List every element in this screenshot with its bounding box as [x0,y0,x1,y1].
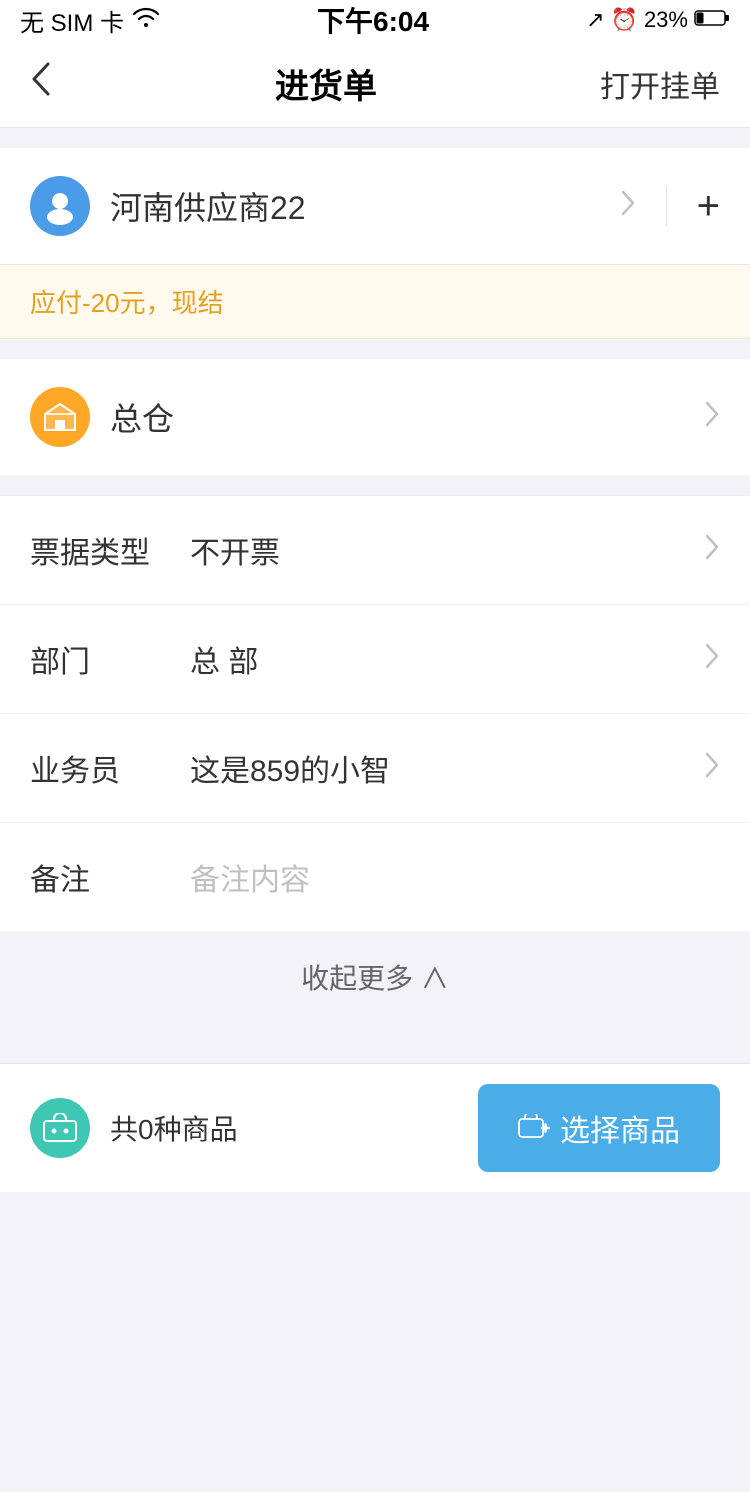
supplier-avatar [30,176,90,236]
select-btn-label: 选择商品 [560,1106,680,1150]
section-gap-3 [0,475,750,495]
product-icon-wrap [30,1098,90,1158]
wifi-icon [132,6,160,34]
open-pending-button[interactable]: 打开挂单 [600,62,720,106]
salesperson-chevron-icon [704,751,720,786]
remark-label: 备注 [30,855,170,899]
supplier-section: 河南供应商22 + 应付-20元，现结 [0,148,750,339]
status-bar: 无 SIM 卡 下午6:04 ↗ ⏰ 23% [0,0,750,40]
select-product-button[interactable]: 选择商品 [478,1084,720,1172]
salesperson-row[interactable]: 业务员 这是859的小智 [0,713,750,822]
add-supplier-button[interactable]: + [697,184,720,229]
supplier-name: 河南供应商22 [110,183,620,229]
warehouse-section: 总仓 [0,359,750,475]
bottom-bar: 共0种商品 选择商品 [0,1063,750,1192]
carrier-text: 无 SIM 卡 [20,3,124,38]
battery-icon [694,7,730,33]
section-gap-4 [0,1023,750,1043]
battery-text: 23% [644,7,688,33]
department-value: 总 部 [170,637,704,681]
page-background [0,1192,750,1492]
warehouse-name: 总仓 [110,394,704,440]
supplier-chevron-icon [620,189,636,224]
supplier-row[interactable]: 河南供应商22 + [0,148,750,265]
supplier-divider [666,186,667,226]
nav-bar: 进货单 打开挂单 [0,40,750,128]
form-section: 票据类型 不开票 部门 总 部 业务员 这是859的小智 备注 备注内容 [0,495,750,931]
invoice-type-value: 不开票 [170,528,704,572]
alarm-icon: ⏰ [611,7,638,33]
department-label: 部门 [30,637,170,681]
collapse-button[interactable]: 收起更多 ∧ [0,931,750,1023]
page-title: 进货单 [275,59,377,108]
section-gap-5 [0,1043,750,1063]
dept-chevron-icon [704,642,720,677]
status-right: ↗ ⏰ 23% [586,7,730,33]
salesperson-value: 这是859的小智 [170,746,704,790]
back-button[interactable] [30,60,52,107]
remark-input[interactable]: 备注内容 [170,855,720,899]
invoice-type-label: 票据类型 [30,528,170,572]
section-gap-1 [0,128,750,148]
collapse-text: 收起更多 ∧ [301,957,449,997]
remark-row[interactable]: 备注 备注内容 [0,822,750,931]
warehouse-row[interactable]: 总仓 [0,359,750,475]
invoice-type-row[interactable]: 票据类型 不开票 [0,495,750,604]
notice-row: 应付-20元，现结 [0,265,750,339]
warehouse-chevron-icon [704,400,720,435]
salesperson-label: 业务员 [30,746,170,790]
warehouse-icon-wrap [30,387,90,447]
section-gap-2 [0,339,750,359]
product-count-text: 共0种商品 [110,1108,478,1148]
invoice-chevron-icon [704,533,720,568]
status-left: 无 SIM 卡 [20,3,160,38]
notice-text: 应付-20元，现结 [30,288,224,318]
department-row[interactable]: 部门 总 部 [0,604,750,713]
location-icon: ↗ [586,7,604,33]
status-time: 下午6:04 [317,0,429,40]
